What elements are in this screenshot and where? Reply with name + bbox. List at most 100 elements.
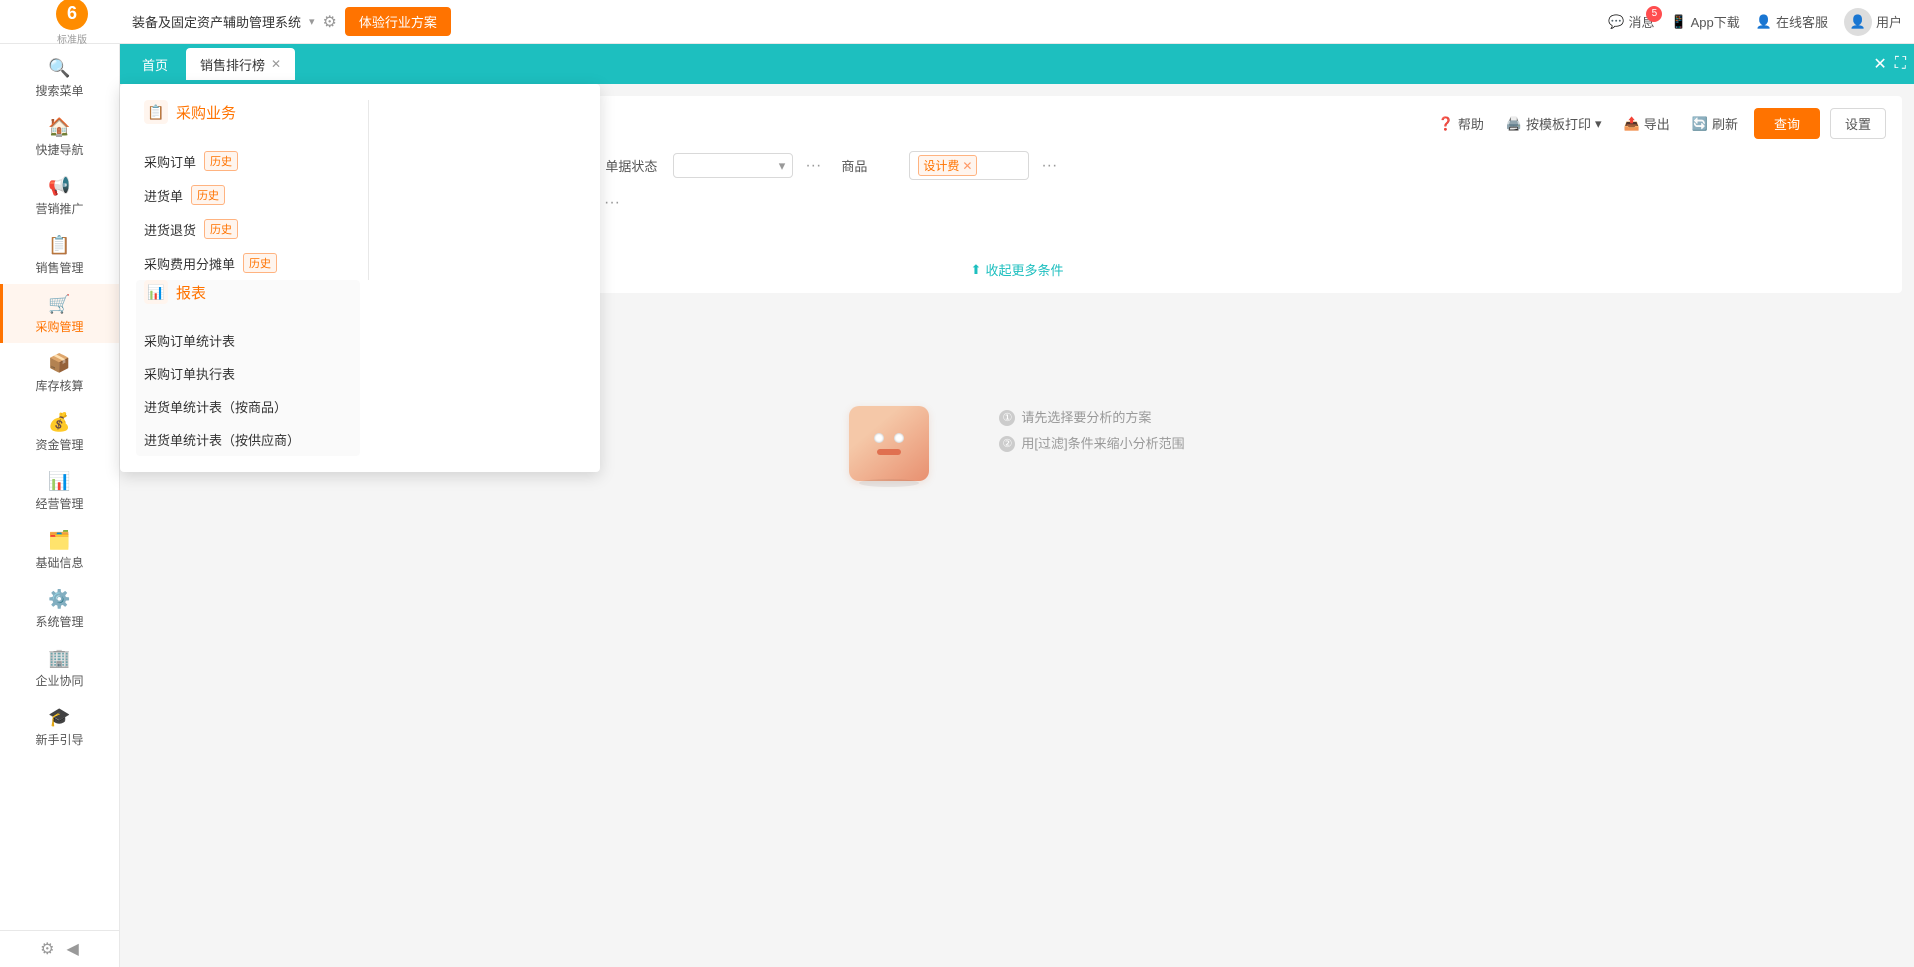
sidebar-collapse-icon[interactable]: ◀ <box>67 939 79 959</box>
export-label: 导出 <box>1644 114 1670 133</box>
purchase-section-icon: 📋 <box>144 100 168 124</box>
logo-text: 标准版 <box>57 31 87 46</box>
sidebar-item-purchase[interactable]: 🛒 采购管理 <box>0 284 119 343</box>
menu-item-order-summary[interactable]: 采购订单统计表 <box>144 324 352 357</box>
menu-item-receipt-by-supplier[interactable]: 进货单统计表（按供应商） <box>144 423 352 456</box>
menu-section-report-label: 报表 <box>176 282 206 303</box>
tab-close-icon[interactable]: ✕ <box>271 57 281 71</box>
system-settings-icon[interactable]: ⚙ <box>323 12 337 32</box>
help-label: 帮助 <box>1458 114 1484 133</box>
sidebar-item-newbie[interactable]: 🎓 新手引导 <box>0 697 119 756</box>
goods-tag: 设计费 ✕ <box>918 155 977 176</box>
menu-section-purchase-label: 采购业务 <box>176 102 236 123</box>
empty-hint2: 用[过滤]条件来缩小分析范围 <box>1021 431 1184 457</box>
newbie-icon: 🎓 <box>48 707 70 728</box>
header-right: 💬 消息 5 📱 App下载 👤 在线客服 👤 用户 <box>1608 8 1902 36</box>
doc-status-dots[interactable]: ··· <box>801 157 825 175</box>
collapse-label: 收起更多条件 <box>985 260 1063 279</box>
tab-home[interactable]: 首页 <box>128 48 182 80</box>
purchase-order-history-badge: 历史 <box>204 151 238 171</box>
message-badge: 5 <box>1646 6 1662 22</box>
goods-tag-text: 设计费 <box>923 157 959 174</box>
goods-tag-control[interactable]: 设计费 ✕ <box>909 151 1029 180</box>
sidebar-inventory-label: 库存核算 <box>35 377 83 394</box>
goods-dots[interactable]: ··· <box>1037 157 1061 175</box>
tab-bar-close-icon[interactable]: ✕ <box>1873 54 1886 74</box>
sidebar-item-marketing[interactable]: 📢 营销推广 <box>0 166 119 225</box>
enterprise-icon: 🏢 <box>48 648 70 669</box>
phone-icon: 📱 <box>1670 14 1686 30</box>
sidebar-item-quick[interactable]: 🏠 快捷导航 <box>0 107 119 166</box>
tab-sales-rank[interactable]: 销售排行榜 ✕ <box>186 48 295 80</box>
print-icon: 🖨️ <box>1506 116 1522 132</box>
app-download-item[interactable]: 📱 App下载 <box>1670 12 1739 31</box>
robot-body <box>849 406 929 481</box>
sidebar-newbie-label: 新手引导 <box>35 731 83 748</box>
help-btn[interactable]: ❓ 帮助 <box>1432 110 1490 137</box>
doc-status-select[interactable] <box>673 153 793 178</box>
sidebar-quick-label: 快捷导航 <box>35 141 83 158</box>
settings-button[interactable]: 设置 <box>1830 108 1886 139</box>
menu-item-purchase-return-label: 进货退货 <box>144 220 196 239</box>
sidebar-item-operation[interactable]: 📊 经营管理 <box>0 461 119 520</box>
system-title: 装备及固定资产辅助管理系统 <box>132 12 301 31</box>
sidebar-settings-icon[interactable]: ⚙ <box>40 939 54 959</box>
tab-bar: 首页 销售排行榜 ✕ ✕ ⛶ <box>120 44 1914 84</box>
sidebar-item-search[interactable]: 🔍 搜索菜单 <box>0 48 119 107</box>
menu-item-purchase-return[interactable]: 进货退货 历史 <box>144 212 352 246</box>
sidebar-item-basic[interactable]: 🗂️ 基础信息 <box>0 520 119 579</box>
tab-sales-rank-label: 销售排行榜 <box>200 55 265 74</box>
sales-icon: 📋 <box>48 235 70 256</box>
menu-item-order-execution-label: 采购订单执行表 <box>144 364 235 383</box>
message-icon: 💬 <box>1608 14 1624 30</box>
sidebar-item-capital[interactable]: 💰 资金管理 <box>0 402 119 461</box>
menu-item-purchase-order[interactable]: 采购订单 历史 <box>144 144 352 178</box>
menu-item-order-summary-label: 采购订单统计表 <box>144 331 235 350</box>
tab-bar-expand-icon[interactable]: ⛶ <box>1895 55 1906 73</box>
online-service-item[interactable]: 👤 在线客服 <box>1756 12 1828 31</box>
query-button[interactable]: 查询 <box>1754 108 1820 139</box>
goods-filter-group: 商品 设计费 ✕ ··· <box>841 151 1061 180</box>
sidebar-item-system[interactable]: ⚙️ 系统管理 <box>0 579 119 638</box>
menu-item-receipt-by-goods[interactable]: 进货单统计表（按商品） <box>144 390 352 423</box>
purchase-return-history-badge: 历史 <box>204 219 238 239</box>
industry-button[interactable]: 体验行业方案 <box>345 7 451 36</box>
collapse-up-icon: ⬆ <box>971 262 982 278</box>
sidebar-purchase-label: 采购管理 <box>35 318 83 335</box>
doc-status-label: 单据状态 <box>605 156 665 175</box>
menu-section-report-title: 📊 报表 <box>144 280 352 312</box>
header-middle: 装备及固定资产辅助管理系统 ▾ ⚙ 体验行业方案 <box>132 7 1608 36</box>
sidebar-item-enterprise[interactable]: 🏢 企业协同 <box>0 638 119 697</box>
salesperson-dots[interactable]: ··· <box>600 194 624 212</box>
sidebar-item-sales[interactable]: 📋 销售管理 <box>0 225 119 284</box>
search-icon: 🔍 <box>48 58 70 79</box>
system-dropdown-arrow[interactable]: ▾ <box>309 15 315 28</box>
sidebar-marketing-label: 营销推广 <box>35 200 83 217</box>
menu-item-purchase-receipt[interactable]: 进货单 历史 <box>144 178 352 212</box>
refresh-btn[interactable]: 🔄 刷新 <box>1686 110 1744 137</box>
sidebar-item-inventory[interactable]: 📦 库存核算 <box>0 343 119 402</box>
marketing-icon: 📢 <box>48 176 70 197</box>
logo-icon: 6 <box>56 0 88 30</box>
capital-icon: 💰 <box>48 412 70 433</box>
menu-item-purchase-cost[interactable]: 采购费用分摊单 历史 <box>144 246 352 280</box>
inventory-icon: 📦 <box>48 353 70 374</box>
goods-tag-close[interactable]: ✕ <box>962 159 972 173</box>
menu-item-purchase-order-label: 采购订单 <box>144 152 196 171</box>
collapse-btn[interactable]: ⬆ 收起更多条件 <box>971 254 1064 281</box>
export-btn[interactable]: 📤 导出 <box>1618 110 1676 137</box>
sidebar-search-label: 搜索菜单 <box>35 82 83 99</box>
app-download-label: App下载 <box>1691 12 1740 31</box>
goods-label: 商品 <box>841 156 901 175</box>
purchase-icon: 🛒 <box>48 294 70 315</box>
print-btn[interactable]: 🖨️ 按模板打印 ▾ <box>1500 110 1608 137</box>
operation-icon: 📊 <box>48 471 70 492</box>
service-icon: 👤 <box>1756 14 1772 30</box>
print-dropdown-icon[interactable]: ▾ <box>1595 116 1602 132</box>
message-item[interactable]: 💬 消息 5 <box>1608 12 1654 31</box>
user-item[interactable]: 👤 用户 <box>1844 8 1902 36</box>
doc-status-select-wrap[interactable] <box>673 153 793 178</box>
menu-item-order-execution[interactable]: 采购订单执行表 <box>144 357 352 390</box>
tab-bar-right: ✕ ⛶ <box>1873 54 1906 74</box>
user-label: 用户 <box>1876 12 1902 31</box>
